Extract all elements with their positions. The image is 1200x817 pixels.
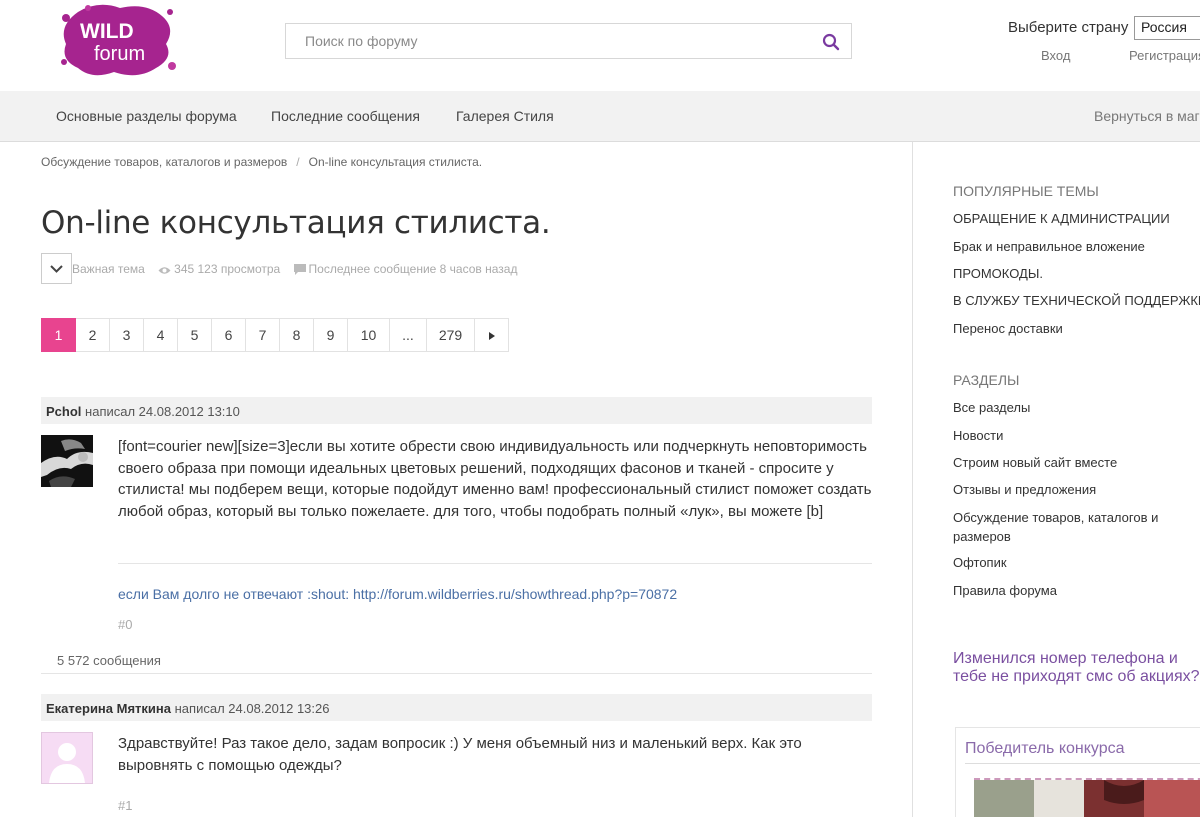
breadcrumb: Обсуждение товаров, каталогов и размеров… — [41, 155, 482, 169]
search-box — [285, 23, 852, 59]
breadcrumb-item-category[interactable]: Обсуждение товаров, каталогов и размеров — [41, 155, 287, 169]
post-signature-divider — [118, 563, 872, 564]
breadcrumb-separator: / — [296, 155, 300, 169]
section-link[interactable]: Все разделы — [953, 400, 1030, 415]
contest-winner-widget: Победитель конкурса — [955, 727, 1200, 817]
main-nav: Основные разделы форума Последние сообще… — [0, 91, 1200, 142]
logo-text-top: WILD — [80, 20, 134, 43]
contest-winner-photo[interactable] — [974, 778, 1200, 817]
nav-item-main-sections[interactable]: Основные разделы форума — [56, 108, 237, 124]
section-link[interactable]: Офтопик — [953, 555, 1007, 570]
meta-last-message: Последнее сообщение 8 часов назад — [293, 262, 518, 276]
popular-topic-link[interactable]: ПРОМОКОДЫ. — [953, 266, 1043, 281]
section-link[interactable]: Новости — [953, 428, 1003, 443]
page-button-6[interactable]: 6 — [212, 318, 246, 352]
contest-title-underline — [965, 763, 1200, 764]
nav-item-style-gallery[interactable]: Галерея Стиля — [456, 108, 554, 124]
avatar[interactable] — [41, 732, 93, 784]
post-header: Екатерина Мяткина написал 24.08.2012 13:… — [41, 694, 872, 721]
post-body: Здравствуйте! Раз такое дело, задам вопр… — [118, 735, 802, 774]
login-link[interactable]: Вход — [1041, 48, 1070, 63]
section-link[interactable]: Строим новый сайт вместе — [953, 455, 1117, 470]
search-icon[interactable] — [821, 32, 841, 52]
page-button-1[interactable]: 1 — [41, 318, 76, 352]
popular-topic-link[interactable]: Перенос доставки — [953, 321, 1063, 336]
section-link[interactable]: Отзывы и предложения — [953, 482, 1096, 497]
page-button-4[interactable]: 4 — [144, 318, 178, 352]
nav-back-to-shop[interactable]: Вернуться в магазин — [1094, 108, 1200, 124]
post-number[interactable]: #1 — [118, 798, 132, 813]
post-author[interactable]: Екатерина Мяткина — [46, 701, 171, 716]
meta-views-text: 345 123 просмотра — [174, 262, 281, 276]
topic-meta-text: Важная тема 345 123 просмотра Последнее … — [72, 262, 527, 276]
page-button-9[interactable]: 9 — [314, 318, 348, 352]
register-link[interactable]: Регистрация — [1129, 48, 1200, 63]
post-header: Pchol написал 24.08.2012 13:10 — [41, 397, 872, 424]
meta-last-message-text: Последнее сообщение 8 часов назад — [308, 262, 518, 276]
country-label: Выберите страну — [1008, 19, 1129, 36]
popular-topics-heading: ПОПУЛЯРНЫЕ ТЕМЫ — [953, 183, 1099, 199]
page-button-7[interactable]: 7 — [246, 318, 280, 352]
page-next-button[interactable] — [475, 318, 509, 352]
post-author[interactable]: Pchol — [46, 404, 81, 419]
header: WILD forum Выберите страну Россия Вход Р… — [0, 0, 1200, 91]
triangle-right-icon — [488, 332, 495, 340]
chevron-down-icon — [50, 265, 63, 273]
section-link[interactable]: Правила форума — [953, 583, 1057, 598]
contest-winner-title[interactable]: Победитель конкурса — [965, 740, 1125, 758]
page-button-3[interactable]: 3 — [110, 318, 144, 352]
page-ellipsis: ... — [390, 318, 427, 352]
popular-topic-link[interactable]: Брак и неправильное вложение — [953, 239, 1145, 254]
page-button-8[interactable]: 8 — [280, 318, 314, 352]
country-select[interactable]: Россия — [1134, 16, 1200, 40]
page-button-2[interactable]: 2 — [76, 318, 110, 352]
post-number[interactable]: #0 — [118, 617, 132, 632]
sidebar-divider — [912, 142, 913, 817]
post-divider — [41, 673, 872, 674]
wild-forum-logo[interactable]: WILD forum — [58, 2, 176, 78]
popular-topic-link[interactable]: В СЛУЖБУ ТЕХНИЧЕСКОЙ ПОДДЕРЖКИ — [953, 293, 1200, 308]
section-link[interactable]: Обсуждение товаров, каталогов и размеров — [953, 508, 1183, 546]
breadcrumb-item-current[interactable]: On-line консультация стилиста. — [309, 155, 482, 169]
post-signature-link[interactable]: если Вам долго не отвечают :shout: http:… — [118, 586, 677, 602]
comment-icon — [293, 264, 306, 275]
author-post-count: 5 572 сообщения — [57, 653, 161, 668]
topic-options-toggle[interactable] — [41, 253, 72, 284]
promo-phone-change-link[interactable]: Изменился номер телефона и тебе не прихо… — [953, 650, 1200, 686]
page-button-last[interactable]: 279 — [427, 318, 475, 352]
page-title: On-line консультация стилиста. — [41, 205, 551, 241]
eye-icon — [158, 267, 171, 274]
avatar[interactable] — [41, 435, 93, 487]
page-button-5[interactable]: 5 — [178, 318, 212, 352]
page-button-10[interactable]: 10 — [348, 318, 390, 352]
nav-item-latest-messages[interactable]: Последние сообщения — [271, 108, 420, 124]
post-date: написал 24.08.2012 13:26 — [174, 701, 330, 716]
sections-heading: РАЗДЕЛЫ — [953, 372, 1020, 388]
post-date: написал 24.08.2012 13:10 — [85, 404, 240, 419]
post-body: [font=courier new][size=3]если вы хотите… — [118, 438, 872, 520]
popular-topic-link[interactable]: ОБРАЩЕНИЕ К АДМИНИСТРАЦИИ — [953, 211, 1170, 226]
pagination: 1 2 3 4 5 6 7 8 9 10 ... 279 — [41, 318, 509, 352]
logo-text-bottom: forum — [94, 43, 145, 65]
search-input[interactable] — [286, 24, 816, 58]
meta-views: 345 123 просмотра — [158, 262, 280, 276]
meta-topic-type: Важная тема — [72, 262, 145, 276]
